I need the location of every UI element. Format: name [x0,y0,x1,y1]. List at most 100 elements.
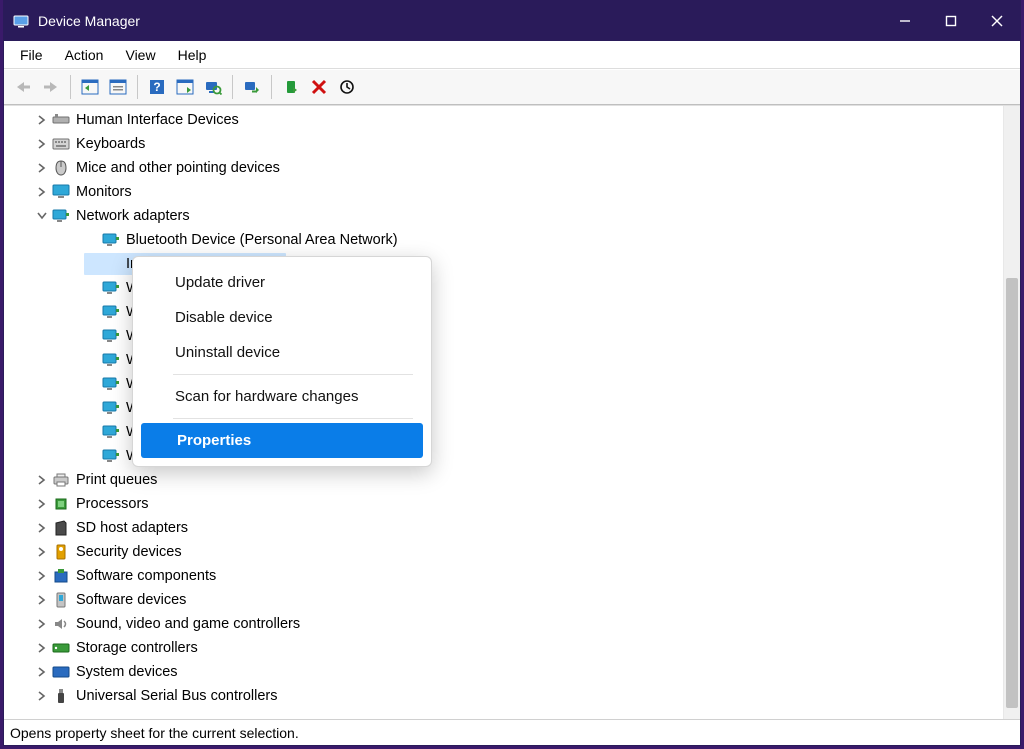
ctx-scan-hardware[interactable]: Scan for hardware changes [139,379,425,414]
device-tree: Human Interface Devices Keyboards Mice [4,105,1020,719]
tree-item-sound[interactable]: Sound, video and game controllers [4,612,1002,636]
printer-icon [52,471,70,489]
speaker-icon [52,615,70,633]
software-component-icon [52,567,70,585]
tree-item-label: System devices [76,664,178,680]
tree-item-software-devices[interactable]: Software devices [4,588,1002,612]
hid-icon [52,111,70,129]
toolbar-separator [232,75,233,99]
network-adapter-icon [102,375,120,393]
ctx-update-driver[interactable]: Update driver [139,265,425,300]
tree-item-label: Software devices [76,592,186,608]
chevron-right-icon[interactable] [34,544,50,560]
titlebar: Device Manager [4,1,1020,41]
chevron-right-icon[interactable] [34,496,50,512]
tree-item-label: Universal Serial Bus controllers [76,688,277,704]
nav-back-button[interactable] [10,74,36,100]
menu-action[interactable]: Action [55,43,116,67]
network-adapter-icon [102,351,120,369]
software-device-icon [52,591,70,609]
cpu-icon [52,495,70,513]
tree-item-label: Storage controllers [76,640,198,656]
chevron-down-icon[interactable] [34,208,50,224]
chevron-right-icon[interactable] [34,640,50,656]
tree-item-label: Keyboards [76,136,145,152]
chevron-right-icon[interactable] [34,160,50,176]
tree-item-processors[interactable]: Processors [4,492,1002,516]
minimize-button[interactable] [882,1,928,41]
tree-item-label: Security devices [76,544,182,560]
tree-item-network-adapters[interactable]: Network adapters [4,204,1002,228]
network-adapter-icon [102,423,120,441]
tree-item-monitors[interactable]: Monitors [4,180,1002,204]
network-adapter-icon [102,303,120,321]
tree-item-label: Human Interface Devices [76,112,239,128]
close-button[interactable] [974,1,1020,41]
ctx-uninstall-device[interactable]: Uninstall device [139,335,425,370]
menu-view[interactable]: View [115,43,167,67]
ctx-separator [173,374,413,375]
chevron-right-icon[interactable] [34,472,50,488]
tree-item-software-components[interactable]: Software components [4,564,1002,588]
scan-hardware-button[interactable] [200,74,226,100]
tree-item-print-queues[interactable]: Print queues [4,468,1002,492]
chevron-right-icon[interactable] [34,520,50,536]
monitor-icon [52,183,70,201]
disable-device-button[interactable] [334,74,360,100]
chevron-right-icon[interactable] [34,664,50,680]
tree-item-security[interactable]: Security devices [4,540,1002,564]
tree-item-network-child[interactable]: Bluetooth Device (Personal Area Network) [4,228,1002,252]
tree-item-label: Network adapters [76,208,190,224]
tree-item-mice[interactable]: Mice and other pointing devices [4,156,1002,180]
network-adapter-icon [102,279,120,297]
show-hide-tree-button[interactable] [77,74,103,100]
toolbar-separator [137,75,138,99]
tree-item-system[interactable]: System devices [4,660,1002,684]
keyboard-icon [52,135,70,153]
chevron-right-icon[interactable] [34,592,50,608]
sd-card-icon [52,519,70,537]
network-adapter-icon [102,231,120,249]
nav-forward-button[interactable] [38,74,64,100]
ctx-disable-device[interactable]: Disable device [139,300,425,335]
toolbar-action-button[interactable] [172,74,198,100]
vertical-scrollbar[interactable] [1003,106,1020,719]
tree-item-label: Software components [76,568,216,584]
menu-help[interactable]: Help [168,43,219,67]
help-button[interactable]: ? [144,74,170,100]
tree-item-storage[interactable]: Storage controllers [4,636,1002,660]
status-text: Opens property sheet for the current sel… [10,725,299,741]
context-menu: Update driver Disable device Uninstall d… [132,256,432,467]
chevron-right-icon[interactable] [34,136,50,152]
chevron-right-icon[interactable] [34,184,50,200]
scrollbar-thumb[interactable] [1006,278,1018,708]
system-device-icon [52,663,70,681]
device-manager-window: Device Manager File Action View Help [3,0,1021,746]
chevron-right-icon[interactable] [34,112,50,128]
enable-device-button[interactable] [278,74,304,100]
network-adapter-icon [102,399,120,417]
tree-item-usb[interactable]: Universal Serial Bus controllers [4,684,1002,708]
maximize-button[interactable] [928,1,974,41]
tree-item-keyboards[interactable]: Keyboards [4,132,1002,156]
mouse-icon [52,159,70,177]
chevron-right-icon[interactable] [34,568,50,584]
tree-item-label: Processors [76,496,149,512]
tree-item-sd-host[interactable]: SD host adapters [4,516,1002,540]
chevron-right-icon[interactable] [34,688,50,704]
tree-item-label: Sound, video and game controllers [76,616,300,632]
update-driver-button[interactable] [239,74,265,100]
tree-item-hid[interactable]: Human Interface Devices [4,108,1002,132]
network-adapter-icon [102,447,120,465]
statusbar: Opens property sheet for the current sel… [4,719,1020,745]
toolbar-properties-button[interactable] [105,74,131,100]
tree-item-label: Bluetooth Device (Personal Area Network) [126,232,398,248]
ctx-properties[interactable]: Properties [141,423,423,458]
app-icon [12,12,30,30]
security-icon [52,543,70,561]
chevron-right-icon[interactable] [34,616,50,632]
uninstall-device-button[interactable] [306,74,332,100]
tree-item-label: SD host adapters [76,520,188,536]
tree-item-label: Print queues [76,472,157,488]
menu-file[interactable]: File [10,43,55,67]
